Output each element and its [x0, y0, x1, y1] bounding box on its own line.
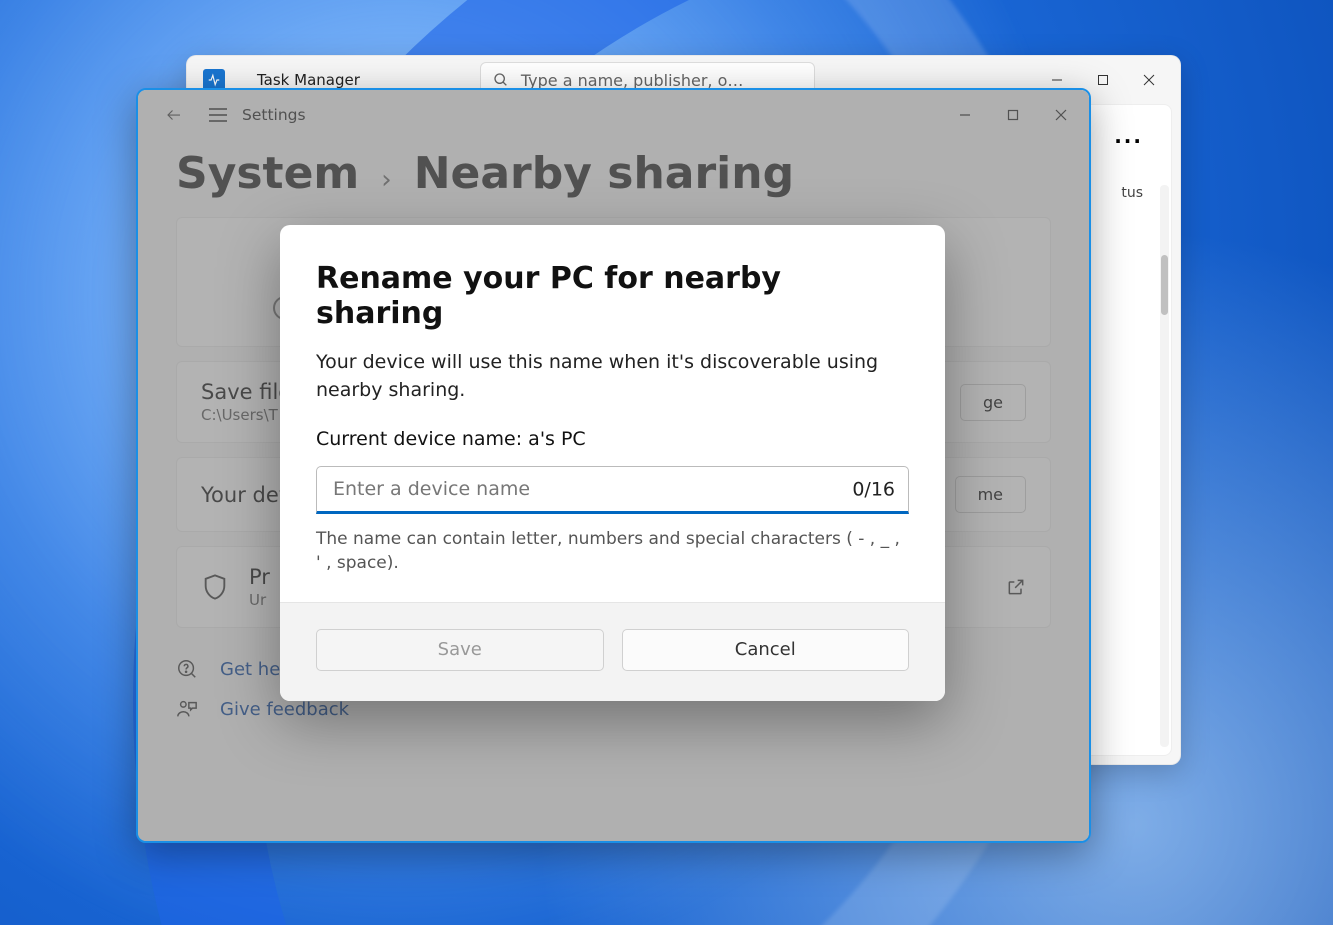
change-button[interactable]: ge — [960, 384, 1026, 421]
close-button[interactable] — [1037, 93, 1085, 137]
hamburger-icon — [209, 108, 227, 122]
arrow-left-icon — [165, 106, 183, 124]
chevron-right-icon: › — [381, 165, 391, 195]
help-icon — [176, 658, 198, 680]
rename-button[interactable]: me — [955, 476, 1026, 513]
breadcrumb: System › Nearby sharing — [138, 140, 1089, 217]
task-manager-search-placeholder: Type a name, publisher, o… — [521, 71, 743, 90]
save-button[interactable]: Save — [316, 629, 604, 671]
current-device-name: Current device name: a's PC — [316, 428, 909, 450]
minimize-button[interactable] — [941, 93, 989, 137]
open-external-icon — [1006, 577, 1026, 597]
scrollbar-thumb[interactable] — [1161, 255, 1168, 315]
char-counter: 0/16 — [852, 479, 895, 501]
give-feedback-label: Give feedback — [220, 699, 349, 720]
back-button[interactable] — [152, 93, 196, 137]
dialog-hint: The name can contain letter, numbers and… — [316, 528, 909, 576]
settings-app-title: Settings — [242, 106, 306, 124]
cancel-button[interactable]: Cancel — [622, 629, 910, 671]
close-button[interactable] — [1126, 60, 1172, 100]
settings-titlebar: Settings — [138, 90, 1089, 140]
device-name-input[interactable] — [316, 466, 909, 514]
breadcrumb-system[interactable]: System — [176, 148, 359, 199]
more-button[interactable]: ··· — [1114, 129, 1143, 153]
rename-pc-dialog: Rename your PC for nearby sharing Your d… — [280, 225, 945, 701]
task-manager-title: Task Manager — [257, 71, 360, 89]
column-status[interactable]: tus — [1121, 185, 1143, 201]
dialog-description: Your device will use this name when it's… — [316, 349, 909, 404]
give-feedback-link[interactable]: Give feedback — [176, 698, 1089, 720]
privacy-title: Pr — [249, 565, 270, 589]
breadcrumb-current: Nearby sharing — [414, 148, 794, 199]
nav-menu-button[interactable] — [196, 93, 240, 137]
search-icon — [493, 72, 509, 88]
shield-icon — [201, 573, 229, 601]
feedback-icon — [176, 698, 198, 720]
dialog-title: Rename your PC for nearby sharing — [316, 261, 909, 331]
privacy-subtitle: Ur — [249, 591, 270, 609]
maximize-button[interactable] — [989, 93, 1037, 137]
device-name-title: Your dev — [201, 483, 291, 507]
